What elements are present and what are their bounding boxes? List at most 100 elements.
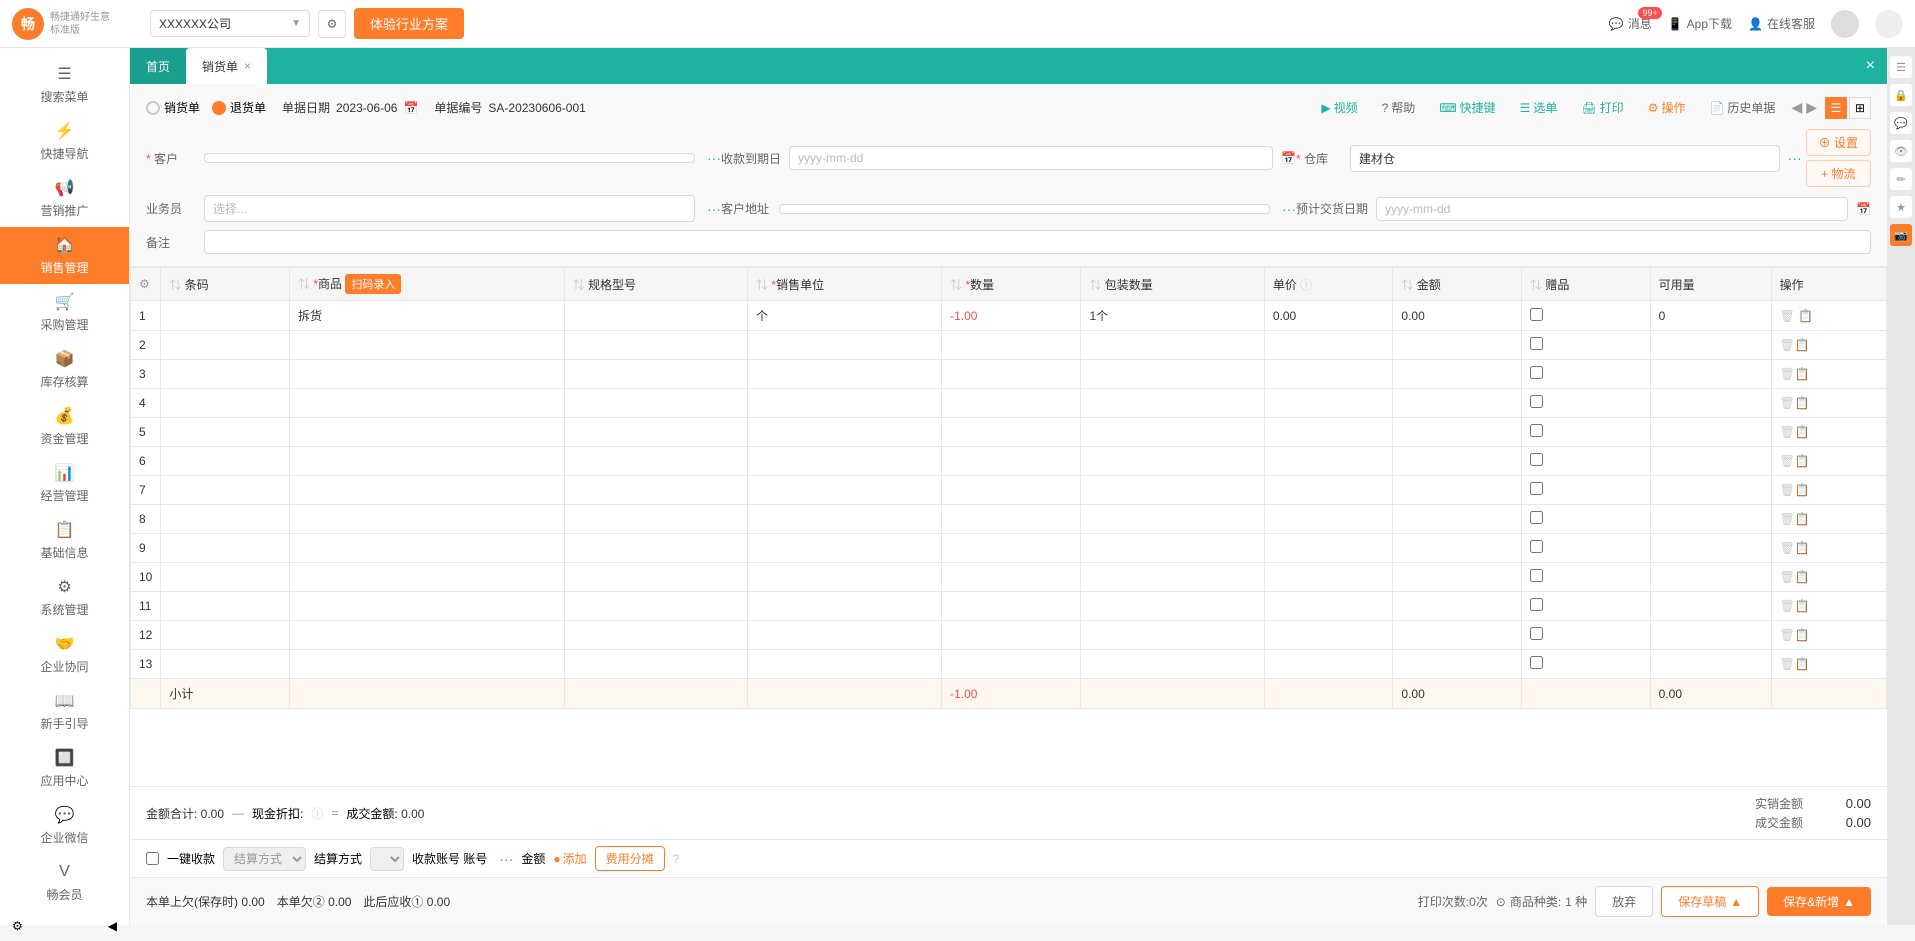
help-btn[interactable]: ? 帮助 [1374,96,1424,119]
gift-checkbox[interactable] [1530,569,1543,582]
payment-method-select[interactable]: 结算方式 [223,847,306,871]
save-draft-btn[interactable]: 保存草稿 ▲ [1661,886,1759,917]
prev-arrow-icon[interactable]: ◀ [1791,99,1802,116]
sidebar-item-quick-nav[interactable]: ⚡ 快捷导航 [0,113,129,170]
sort-amount-icon[interactable]: ⇅ [1401,278,1413,292]
sidebar-item-purchase[interactable]: 🛒 采购管理 [0,284,129,341]
receive-date-input[interactable]: yyyy-mm-dd [789,146,1273,170]
sort-pkg-icon[interactable]: ⇅ [1089,278,1101,292]
copy-icon[interactable]: 📋 [1795,367,1810,381]
video-btn[interactable]: ▶ 视频 [1313,96,1365,119]
copy-icon[interactable]: 📋 [1795,657,1810,671]
shortcut-btn[interactable]: ⌨ 快捷键 [1431,96,1503,119]
delete-icon[interactable]: 🗑 [1780,483,1795,497]
sort-barcode-icon[interactable]: ⇅ [169,278,181,292]
sales-order-radio[interactable]: 销货单 [146,99,200,116]
window-close-icon[interactable]: × [1866,57,1887,75]
right-panel-btn-3[interactable]: 💬 [1890,112,1912,134]
sidebar-item-inventory[interactable]: 📦 库存核算 [0,341,129,398]
sort-unit-icon[interactable]: ⇅ [756,278,768,292]
row-spec[interactable] [564,301,747,331]
sidebar-item-member[interactable]: V 畅会员 [0,854,129,911]
row-pkg-qty[interactable]: 1个 [1081,301,1264,331]
tab-close-icon[interactable]: × [244,59,251,73]
delete-icon[interactable]: 🗑 [1780,425,1795,439]
return-order-radio[interactable]: 退货单 [212,99,266,116]
payment-dots[interactable]: ··· [499,851,513,867]
date-value[interactable]: 2023-06-06 [336,101,397,115]
customer-address-input[interactable] [779,204,1270,214]
grid-view-btn[interactable]: ⊞ [1849,97,1871,119]
payment-account-select[interactable] [370,847,404,871]
gift-checkbox[interactable] [1530,656,1543,669]
sidebar-item-system[interactable]: ⚙ 系统管理 [0,569,129,626]
expected-date-input[interactable]: yyyy-mm-dd [1376,197,1848,221]
delete-icon[interactable]: 🗑 [1780,338,1795,352]
gift-checkbox[interactable] [1530,598,1543,611]
history-btn[interactable]: 📄 历史单据 [1701,96,1783,119]
sidebar-item-beginner[interactable]: 📖 新手引导 [0,683,129,740]
sidebar-item-search[interactable]: ☰ 搜索菜单 [0,56,129,113]
payment-add-btn[interactable]: ● 添加 [553,850,586,867]
delete-icon[interactable]: 🗑 [1780,541,1795,555]
right-panel-btn-4[interactable]: 👁 [1890,140,1912,162]
delete-icon[interactable]: 🗑 [1780,512,1795,526]
salesman-dots[interactable]: ··· [707,201,721,217]
logistics-action-btn[interactable]: + 物流 [1806,160,1871,187]
copy-icon[interactable]: 📋 [1795,483,1810,497]
online-service-btn[interactable]: 👤 在线客服 [1748,15,1815,32]
list-view-btn[interactable]: ☰ [1825,97,1847,119]
th-settings[interactable]: ⚙ [131,268,161,301]
message-btn[interactable]: 💬 消息 99+ [1609,15,1652,32]
company-selector[interactable]: XXXXXX公司 ▼ [150,10,310,37]
tab-sales-order[interactable]: 销货单 × [186,48,267,84]
row-unit[interactable]: 个 [748,301,942,331]
copy-icon[interactable]: 📋 [1795,628,1810,642]
app-download-btn[interactable]: 📱 App下载 [1668,15,1732,32]
right-panel-btn-1[interactable]: ☰ [1890,56,1912,78]
row-product[interactable]: 拆货 [289,301,564,331]
row-barcode[interactable] [161,301,290,331]
sort-gift-icon[interactable]: ⇅ [1530,278,1542,292]
gift-checkbox[interactable] [1530,366,1543,379]
gift-checkbox[interactable] [1530,540,1543,553]
gift-checkbox[interactable] [1530,337,1543,350]
row-gift[interactable] [1522,301,1651,331]
copy-icon[interactable]: 📋 [1795,541,1810,555]
gift-checkbox[interactable] [1530,453,1543,466]
customer-input[interactable] [204,153,695,163]
sidebar-item-app-center[interactable]: 🔲 应用中心 [0,740,129,797]
note-input[interactable] [204,230,1871,254]
delete-icon[interactable]: 🗑 [1780,367,1795,381]
sidebar-collapse-icon[interactable]: ◀ [108,919,117,933]
sidebar-item-wechat[interactable]: 💬 企业微信 [0,797,129,854]
delete-icon[interactable]: 🗑 [1780,309,1795,323]
sidebar-item-enterprise[interactable]: 🤝 企业协同 [0,626,129,683]
sort-product-icon[interactable]: ⇅ [298,277,310,291]
sort-spec-icon[interactable]: ⇅ [573,278,585,292]
delete-icon[interactable]: 🗑 [1780,599,1795,613]
operate-btn[interactable]: ⚙ 操作 [1640,96,1694,119]
copy-icon[interactable]: 📋 [1795,570,1810,584]
copy-icon[interactable]: 📋 [1795,454,1810,468]
copy-icon[interactable]: 📋 [1795,512,1810,526]
gift-checkbox[interactable] [1530,308,1543,321]
col-settings-icon[interactable]: ⚙ [139,277,150,291]
sidebar-item-basic-info[interactable]: 📋 基础信息 [0,512,129,569]
date-calendar-icon[interactable]: 📅 [403,101,418,115]
sidebar-item-sales[interactable]: 🏠 销售管理 [0,227,129,284]
gift-checkbox[interactable] [1530,424,1543,437]
receive-date-calendar-icon[interactable]: 📅 [1281,151,1296,165]
delete-icon[interactable]: 🗑 [1780,657,1795,671]
header-settings-btn[interactable]: ⚙ [318,10,346,38]
copy-icon[interactable]: 📋 [1795,396,1810,410]
sidebar-settings-icon[interactable]: ⚙ [12,919,23,933]
customer-dots[interactable]: ··· [707,150,721,166]
sidebar-item-finance[interactable]: 💰 资金管理 [0,398,129,455]
delete-icon[interactable]: 🗑 [1780,396,1795,410]
warehouse-dots[interactable]: ··· [1788,150,1802,166]
copy-icon[interactable]: 📋 [1795,425,1810,439]
one-click-payment-checkbox[interactable] [146,852,159,865]
copy-icon[interactable]: 📋 [1795,338,1810,352]
right-panel-btn-6[interactable]: ★ [1890,196,1912,218]
